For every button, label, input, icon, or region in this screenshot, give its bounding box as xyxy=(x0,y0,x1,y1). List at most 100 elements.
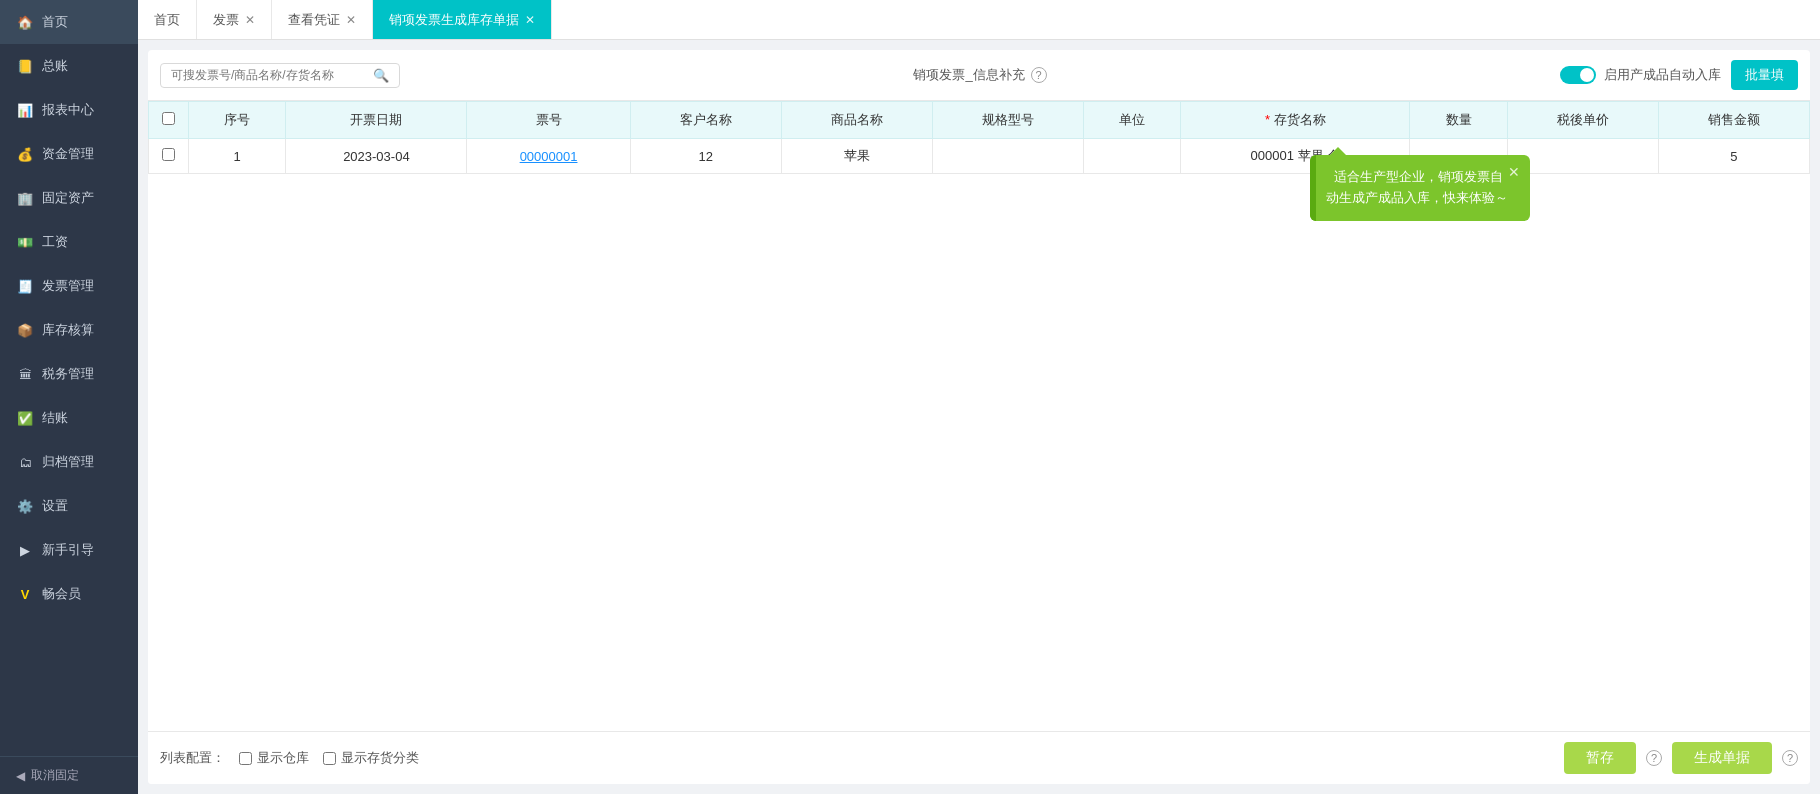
row-ticket-no[interactable]: 00000001 xyxy=(467,139,630,174)
invoice-icon: 🧾 xyxy=(16,277,34,295)
search-input[interactable] xyxy=(171,68,367,82)
show-category-checkbox[interactable] xyxy=(323,752,336,765)
tax-icon: 🏛 xyxy=(16,365,34,383)
sidebar-item-assets[interactable]: 🏢 固定资产 xyxy=(0,176,138,220)
save-button[interactable]: 暂存 xyxy=(1564,742,1636,774)
sidebar-item-settings-label: 设置 xyxy=(42,497,68,515)
inventory-icon: 📦 xyxy=(16,321,34,339)
sidebar-item-invoice-label: 发票管理 xyxy=(42,277,94,295)
sidebar: 🏠 首页 📒 总账 📊 报表中心 💰 资金管理 🏢 固定资产 💵 工资 🧾 发票… xyxy=(0,0,138,794)
sidebar-item-ledger[interactable]: 📒 总账 xyxy=(0,44,138,88)
sidebar-item-wages-label: 工资 xyxy=(42,233,68,251)
toggle-label: 启用产成品自动入库 xyxy=(1604,66,1721,84)
batch-fill-button[interactable]: 批量填 xyxy=(1731,60,1798,90)
tab-invoice[interactable]: 发票 ✕ xyxy=(197,0,272,39)
content-area: 🔍 销项发票_信息补充 ? 启用产成品自动入库 批量填 xyxy=(148,50,1810,784)
funds-icon: 💰 xyxy=(16,145,34,163)
auto-stock-toggle[interactable] xyxy=(1560,66,1596,84)
select-all-checkbox[interactable] xyxy=(162,112,175,125)
home-icon: 🏠 xyxy=(16,13,34,31)
sidebar-item-inventory-label: 库存核算 xyxy=(42,321,94,339)
sidebar-item-wages[interactable]: 💵 工资 xyxy=(0,220,138,264)
unpin-button[interactable]: ◀ 取消固定 xyxy=(0,756,138,794)
col-header-seq: 序号 xyxy=(189,102,286,139)
toggle-area: 启用产成品自动入库 xyxy=(1560,66,1721,84)
tab-stock-entry-close[interactable]: ✕ xyxy=(525,13,535,27)
footer-config: 列表配置： 显示仓库 显示存货分类 xyxy=(160,749,419,767)
sidebar-item-ledger-label: 总账 xyxy=(42,57,68,75)
vip-icon: V xyxy=(16,585,34,603)
sidebar-item-reports-label: 报表中心 xyxy=(42,101,94,119)
col-header-unit: 单位 xyxy=(1084,102,1181,139)
tab-stock-entry[interactable]: 销项发票生成库存单据 ✕ xyxy=(373,0,552,39)
unpin-icon: ◀ xyxy=(16,769,25,783)
sidebar-item-tax[interactable]: 🏛 税务管理 xyxy=(0,352,138,396)
col-header-ticket-no: 票号 xyxy=(467,102,630,139)
assets-icon: 🏢 xyxy=(16,189,34,207)
row-checkbox-cell xyxy=(149,139,189,174)
sidebar-item-inventory[interactable]: 📦 库存核算 xyxy=(0,308,138,352)
tab-home[interactable]: 首页 xyxy=(138,0,197,39)
info-label: 销项发票_信息补充 xyxy=(913,66,1024,84)
row-checkbox[interactable] xyxy=(162,148,175,161)
table-row: 1 2023-03-04 00000001 12 苹果 000001 苹果 个 … xyxy=(149,139,1810,174)
search-icon: 🔍 xyxy=(373,68,389,83)
sidebar-item-invoice[interactable]: 🧾 发票管理 xyxy=(0,264,138,308)
unpin-label: 取消固定 xyxy=(31,767,79,784)
tab-invoice-label: 发票 xyxy=(213,11,239,29)
col-header-date: 开票日期 xyxy=(286,102,467,139)
settings-icon: ⚙️ xyxy=(16,497,34,515)
sidebar-item-funds[interactable]: 💰 资金管理 xyxy=(0,132,138,176)
sidebar-item-vip-label: 畅会员 xyxy=(42,585,81,603)
tooltip-close-icon[interactable]: ✕ xyxy=(1508,161,1520,183)
sidebar-item-home-label: 首页 xyxy=(42,13,68,31)
search-box[interactable]: 🔍 xyxy=(160,63,400,88)
tab-voucher-close[interactable]: ✕ xyxy=(346,13,356,27)
show-warehouse-label[interactable]: 显示仓库 xyxy=(239,749,309,767)
col-header-amount: 销售金额 xyxy=(1658,102,1809,139)
row-seq: 1 xyxy=(189,139,286,174)
sidebar-item-closing-label: 结账 xyxy=(42,409,68,427)
sidebar-item-settings[interactable]: ⚙️ 设置 xyxy=(0,484,138,528)
row-amount: 5 xyxy=(1658,139,1809,174)
col-header-quantity: 数量 xyxy=(1410,102,1507,139)
generate-button[interactable]: 生成单据 xyxy=(1672,742,1772,774)
sidebar-item-vip[interactable]: V 畅会员 xyxy=(0,572,138,616)
show-category-label[interactable]: 显示存货分类 xyxy=(323,749,419,767)
sidebar-item-home[interactable]: 🏠 首页 xyxy=(0,0,138,44)
main-area: 首页 发票 ✕ 查看凭证 ✕ 销项发票生成库存单据 ✕ 🔍 销项发票_信息补充 … xyxy=(138,0,1820,794)
info-help-icon[interactable]: ? xyxy=(1031,67,1047,83)
col-header-inventory: 存货名称 xyxy=(1181,102,1410,139)
tab-voucher-label: 查看凭证 xyxy=(288,11,340,29)
generate-help-icon[interactable]: ? xyxy=(1782,750,1798,766)
tooltip-text: 适合生产型企业，销项发票自动生成产成品入库，快来体验～ xyxy=(1326,169,1508,205)
wages-icon: 💵 xyxy=(16,233,34,251)
sidebar-item-closing[interactable]: ✅ 结账 xyxy=(0,396,138,440)
tooltip-bubble: ✕ 适合生产型企业，销项发票自动生成产成品入库，快来体验～ xyxy=(1310,155,1530,221)
row-customer: 12 xyxy=(630,139,781,174)
show-warehouse-checkbox[interactable] xyxy=(239,752,252,765)
col-header-product: 商品名称 xyxy=(781,102,932,139)
col-header-customer: 客户名称 xyxy=(630,102,781,139)
tab-invoice-close[interactable]: ✕ xyxy=(245,13,255,27)
toolbar-info: 销项发票_信息补充 ? xyxy=(410,66,1550,84)
sidebar-item-guide-label: 新手引导 xyxy=(42,541,94,559)
row-date: 2023-03-04 xyxy=(286,139,467,174)
reports-icon: 📊 xyxy=(16,101,34,119)
sidebar-item-archive-label: 归档管理 xyxy=(42,453,94,471)
row-spec xyxy=(932,139,1083,174)
sidebar-item-reports[interactable]: 📊 报表中心 xyxy=(0,88,138,132)
col-header-checkbox xyxy=(149,102,189,139)
tab-home-label: 首页 xyxy=(154,11,180,29)
sidebar-item-funds-label: 资金管理 xyxy=(42,145,94,163)
save-help-icon[interactable]: ? xyxy=(1646,750,1662,766)
guide-icon: ▶ xyxy=(16,541,34,559)
closing-icon: ✅ xyxy=(16,409,34,427)
tab-voucher[interactable]: 查看凭证 ✕ xyxy=(272,0,373,39)
sidebar-item-guide[interactable]: ▶ 新手引导 xyxy=(0,528,138,572)
sidebar-item-archive[interactable]: 🗂 归档管理 xyxy=(0,440,138,484)
config-label: 列表配置： xyxy=(160,749,225,767)
toolbar: 🔍 销项发票_信息补充 ? 启用产成品自动入库 批量填 xyxy=(148,50,1810,101)
tab-bar: 首页 发票 ✕ 查看凭证 ✕ 销项发票生成库存单据 ✕ xyxy=(138,0,1820,40)
footer-actions: 暂存 ? 生成单据 ? xyxy=(1564,742,1798,774)
